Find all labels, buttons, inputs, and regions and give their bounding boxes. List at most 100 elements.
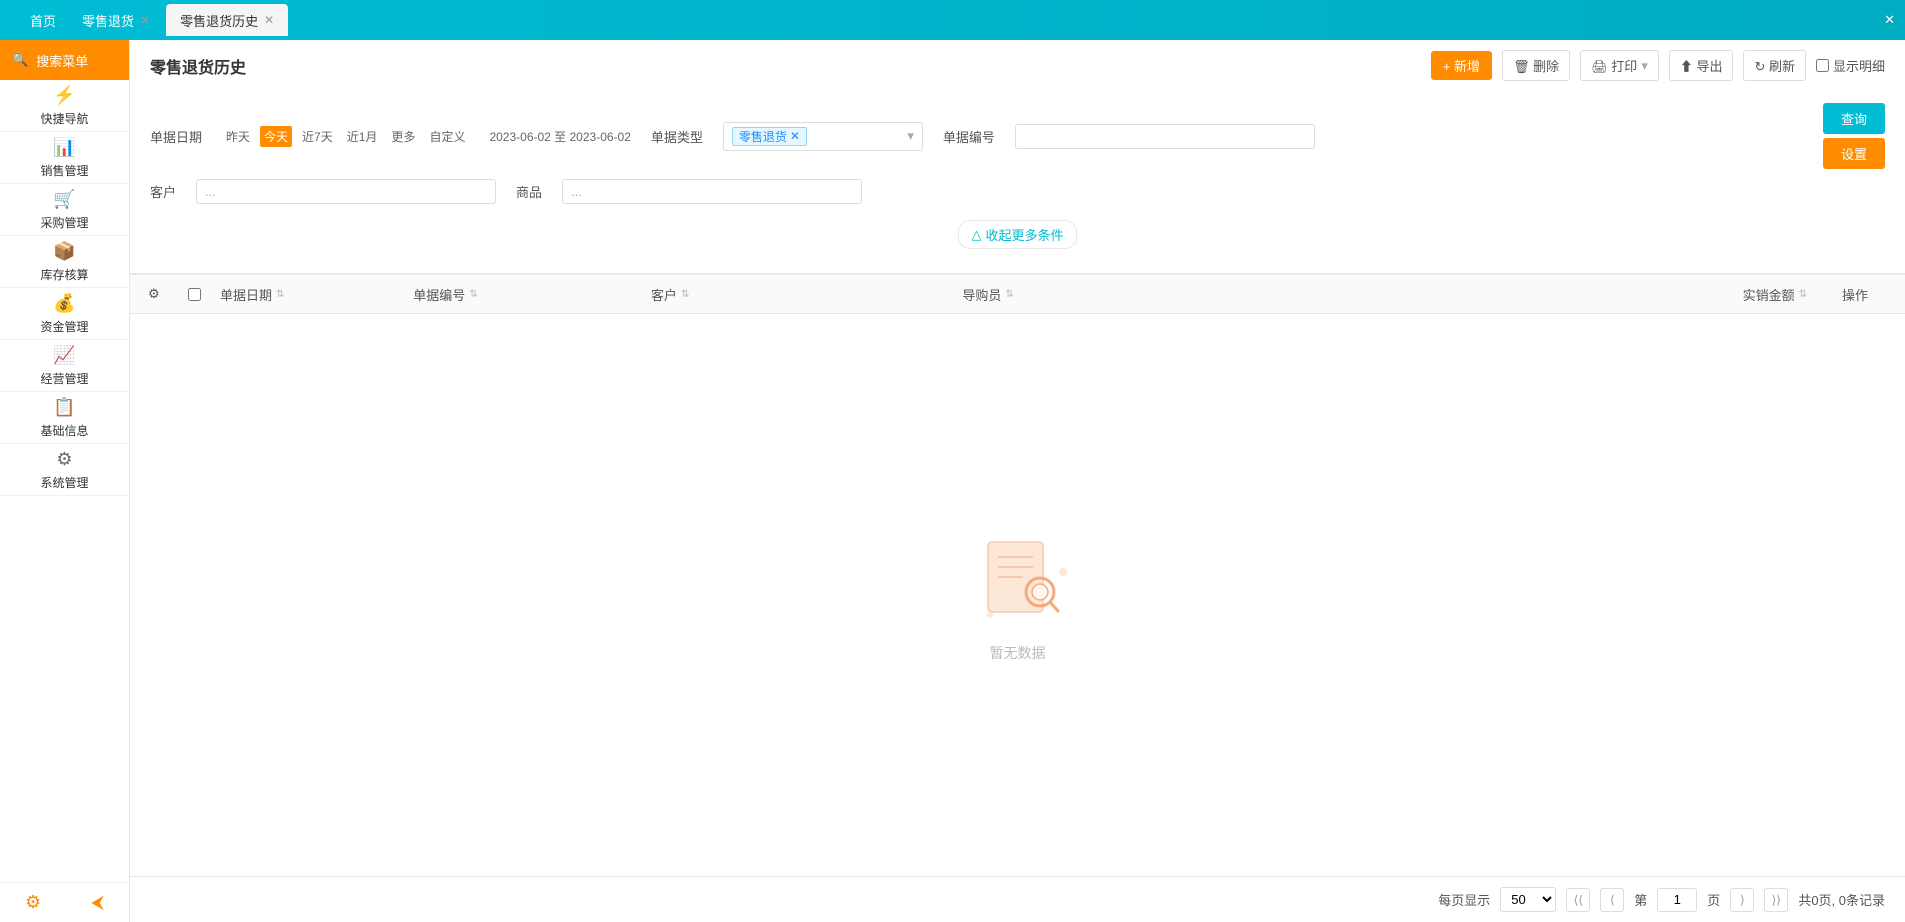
date-btn-more[interactable]: 更多 — [387, 126, 419, 147]
sidebar-item-quick-nav[interactable]: ⚡ 快捷导航 — [0, 80, 129, 132]
top-bar: 首页 零售退货 ✕ 零售退货历史 ✕ ✕ — [0, 0, 1905, 40]
sidebar-item-finance[interactable]: 💰 资金管理 — [0, 288, 129, 340]
empty-text: 暂无数据 — [990, 643, 1046, 663]
goods-select[interactable]: ... — [562, 179, 862, 204]
empty-illustration — [968, 527, 1068, 627]
date-btn-1month[interactable]: 近1月 — [343, 126, 382, 147]
tab-retail-return[interactable]: 零售退货 ✕ — [68, 4, 164, 36]
doc-type-label: 单据类型 — [651, 127, 703, 146]
doc-no-label: 单据编号 — [943, 127, 995, 146]
th-guide: 导购员 ⇅ — [954, 285, 1192, 304]
collapse-icon: △ — [971, 227, 981, 243]
toolbar: + 新增 🗑 删除 🖨 打印 ▾ ⬆ 导出 ↻ 刷新 显示明细 — [1431, 50, 1885, 81]
sort-date-icon[interactable]: ⇅ — [276, 289, 284, 300]
filter-area: 单据日期 昨天 今天 近7天 近1月 更多 自定义 2023-06-02 至 2… — [150, 93, 1885, 273]
empty-state: 暂无数据 — [130, 314, 1905, 876]
page-label: 第 — [1634, 890, 1647, 909]
th-settings[interactable]: ⚙ — [140, 286, 176, 302]
page-title-row: 零售退货历史 + 新增 🗑 删除 🖨 打印 ▾ ⬆ 导出 ↻ 刷新 显示明细 — [150, 50, 1885, 81]
date-btn-7days[interactable]: 近7天 — [298, 126, 337, 147]
new-button[interactable]: + 新增 — [1431, 51, 1492, 80]
sort-guide-icon[interactable]: ⇅ — [1005, 289, 1013, 300]
collapse-filter-button[interactable]: △ 收起更多条件 — [958, 220, 1076, 249]
show-detail-checkbox[interactable] — [1816, 59, 1829, 72]
print-button[interactable]: 🖨 打印 ▾ — [1580, 50, 1659, 81]
operations-icon: 📈 — [53, 345, 75, 366]
goods-label: 商品 — [516, 182, 542, 201]
close-tab-retail-return-history[interactable]: ✕ — [264, 13, 274, 27]
goods-select-dots: ... — [571, 184, 582, 199]
sort-customer-icon[interactable]: ⇅ — [681, 289, 689, 300]
sidebar-item-sales-mgmt[interactable]: 📊 销售管理 — [0, 132, 129, 184]
last-page-button[interactable]: ⟩⟩ — [1764, 888, 1788, 912]
show-detail-checkbox-label[interactable]: 显示明细 — [1816, 56, 1885, 75]
base-info-icon: 📋 — [53, 397, 75, 418]
purchase-icon: 🛒 — [53, 189, 75, 210]
date-btn-custom[interactable]: 自定义 — [425, 126, 469, 147]
doc-no-input[interactable] — [1015, 124, 1315, 149]
search-menu[interactable]: 🔍 搜索菜单 — [0, 40, 129, 80]
customer-label: 客户 — [150, 182, 176, 201]
gear-icon[interactable]: ⚙ — [148, 286, 160, 302]
quick-nav-icon: ⚡ — [53, 85, 75, 106]
sidebar-item-system[interactable]: ⚙ 系统管理 — [0, 444, 129, 496]
pagination: 每页显示 50 100 200 ⟨⟨ ⟨ 第 页 ⟩ ⟩⟩ 共0页, 0条记录 — [130, 876, 1905, 922]
th-customer: 客户 ⇅ — [643, 285, 954, 304]
first-page-button[interactable]: ⟨⟨ — [1566, 888, 1590, 912]
page-input[interactable] — [1657, 888, 1697, 912]
layout: 🔍 搜索菜单 ⚡ 快捷导航 📊 销售管理 🛒 采购管理 📦 库存核算 💰 资金管… — [0, 40, 1905, 922]
filter-row-2: 客户 ... 商品 ... — [150, 179, 1885, 204]
doc-type-dropdown-icon: ▾ — [907, 128, 914, 144]
date-btn-today[interactable]: 今天 — [260, 126, 292, 147]
tab-retail-return-history[interactable]: 零售退货历史 ✕ — [166, 4, 288, 36]
per-page-select[interactable]: 50 100 200 — [1500, 887, 1556, 912]
search-icon: 🔍 — [12, 52, 28, 68]
date-buttons: 昨天 今天 近7天 近1月 更多 自定义 — [222, 126, 469, 147]
filter-settings-button[interactable]: 设置 — [1823, 138, 1885, 169]
doc-type-tag[interactable]: 零售退货 ✕ — [732, 127, 807, 146]
page-header: 零售退货历史 + 新增 🗑 删除 🖨 打印 ▾ ⬆ 导出 ↻ 刷新 显示明细 — [130, 40, 1905, 274]
sort-no-icon[interactable]: ⇅ — [469, 289, 477, 300]
refresh-button[interactable]: ↻ 刷新 — [1743, 50, 1806, 81]
tab-home[interactable]: 首页 — [20, 11, 66, 30]
th-checkbox[interactable] — [176, 288, 212, 301]
th-action: 操作 — [1815, 285, 1895, 304]
date-range-display: 2023-06-02 至 2023-06-02 — [489, 128, 630, 145]
date-btn-yesterday[interactable]: 昨天 — [222, 126, 254, 147]
sidebar-item-purchase-mgmt[interactable]: 🛒 采购管理 — [0, 184, 129, 236]
close-tab-retail-return[interactable]: ✕ — [140, 13, 150, 27]
select-all-checkbox[interactable] — [188, 288, 201, 301]
settings-bottom-icon[interactable]: ⚙ — [25, 892, 41, 913]
sidebar-item-operations[interactable]: 📈 经营管理 — [0, 340, 129, 392]
table-wrapper: ⚙ 单据日期 ⇅ 单据编号 ⇅ 客户 ⇅ 导购员 — [130, 274, 1905, 876]
print-dropdown-icon: ▾ — [1641, 58, 1648, 74]
sidebar: 🔍 搜索菜单 ⚡ 快捷导航 📊 销售管理 🛒 采购管理 📦 库存核算 💰 资金管… — [0, 40, 130, 922]
page-summary: 共0页, 0条记录 — [1798, 890, 1885, 909]
th-date: 单据日期 ⇅ — [212, 285, 405, 304]
th-amount: 实销金额 ⇅ — [1651, 285, 1815, 304]
date-filter-label: 单据日期 — [150, 127, 202, 146]
export-button[interactable]: ⬆ 导出 — [1669, 50, 1734, 81]
next-page-button[interactable]: ⟩ — [1730, 888, 1754, 912]
customer-select[interactable]: ... — [196, 179, 496, 204]
sort-amount-icon[interactable]: ⇅ — [1799, 289, 1807, 300]
sales-icon: 📊 — [53, 137, 75, 158]
per-page-label: 每页显示 — [1438, 890, 1490, 909]
customer-select-dots: ... — [205, 184, 216, 199]
doc-type-select[interactable]: 零售退货 ✕ ▾ — [723, 122, 923, 151]
main-content: 零售退货历史 + 新增 🗑 删除 🖨 打印 ▾ ⬆ 导出 ↻ 刷新 显示明细 — [130, 40, 1905, 922]
system-icon: ⚙ — [56, 449, 72, 470]
query-button[interactable]: 查询 — [1823, 103, 1885, 134]
sidebar-item-base-info[interactable]: 📋 基础信息 — [0, 392, 129, 444]
tabs: 首页 零售退货 ✕ 零售退货历史 ✕ — [20, 4, 1884, 36]
filter-row-1: 单据日期 昨天 今天 近7天 近1月 更多 自定义 2023-06-02 至 2… — [150, 103, 1885, 169]
inventory-icon: 📦 — [53, 241, 75, 262]
collapse-sidebar-icon[interactable]: ⮜ — [91, 892, 104, 913]
sidebar-item-inventory[interactable]: 📦 库存核算 — [0, 236, 129, 288]
prev-page-button[interactable]: ⟨ — [1600, 888, 1624, 912]
app-close-button[interactable]: ✕ — [1884, 12, 1895, 28]
th-no: 单据编号 ⇅ — [405, 285, 643, 304]
delete-button[interactable]: 🗑 删除 — [1502, 50, 1570, 81]
remove-tag-icon[interactable]: ✕ — [790, 129, 800, 143]
page-unit: 页 — [1707, 890, 1720, 909]
